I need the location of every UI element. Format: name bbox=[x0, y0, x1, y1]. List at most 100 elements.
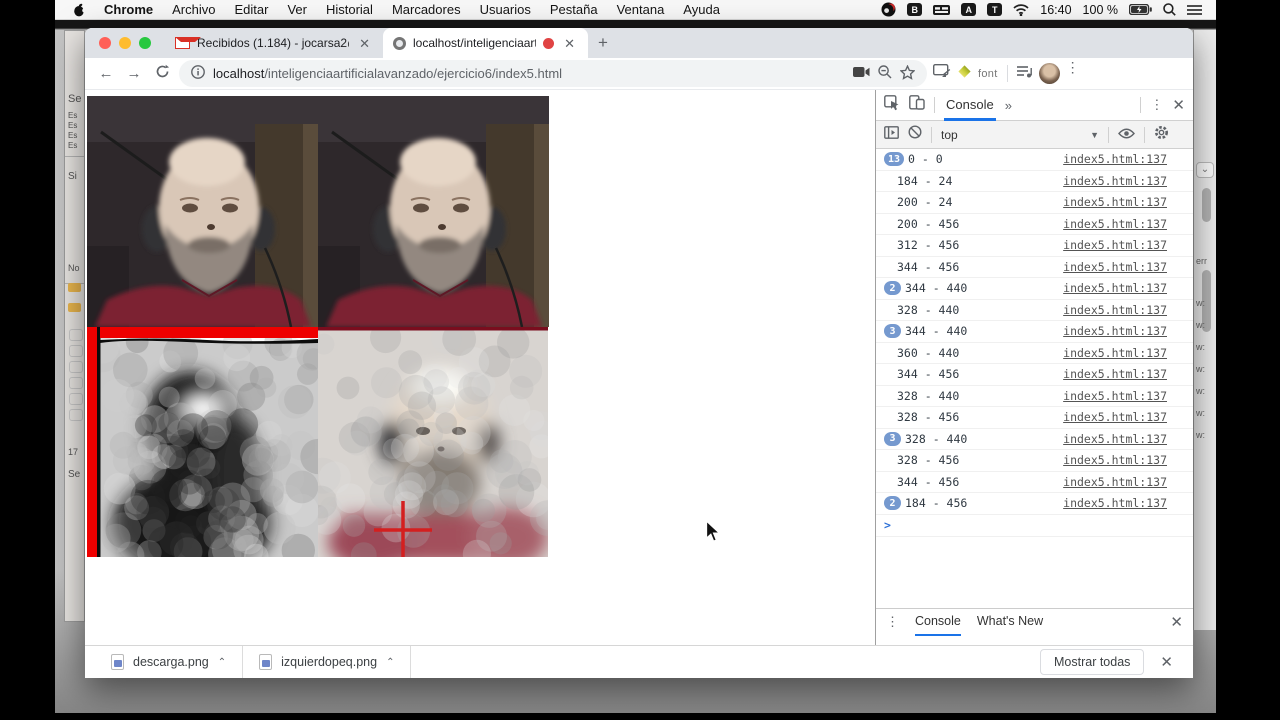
devtools-drawer: ⋮ Console What's New ✕ bbox=[876, 608, 1193, 636]
download-item[interactable]: descarga.png ⌃ bbox=[95, 646, 244, 678]
background-text: Es bbox=[68, 121, 78, 130]
log-source-link[interactable]: index5.html:137 bbox=[1063, 174, 1167, 188]
drawer-tab-whats-new[interactable]: What's New bbox=[977, 609, 1043, 636]
log-source-link[interactable]: index5.html:137 bbox=[1063, 496, 1167, 510]
tab-gmail[interactable]: Recibidos (1.184) - jocarsa2@g ✕ bbox=[165, 28, 383, 58]
log-source-link[interactable]: index5.html:137 bbox=[1063, 389, 1167, 403]
background-text: w: bbox=[1196, 320, 1205, 330]
wifi-icon[interactable] bbox=[1013, 3, 1029, 16]
menubar-item-pestaña[interactable]: Pestaña bbox=[550, 2, 598, 17]
clear-console-icon[interactable] bbox=[908, 125, 922, 144]
browser-menu-icon[interactable]: ⋮ bbox=[1066, 60, 1080, 88]
mouse-cursor bbox=[705, 519, 722, 549]
device-toolbar-icon[interactable] bbox=[909, 95, 925, 115]
devtools-menu-icon[interactable]: ⋮ bbox=[1150, 97, 1163, 113]
app-status-icon-a[interactable]: A bbox=[961, 3, 977, 16]
playlist-extension-icon[interactable] bbox=[1016, 65, 1033, 83]
download-item[interactable]: izquierdopeq.png ⌃ bbox=[243, 646, 412, 678]
bookmark-star-icon[interactable] bbox=[899, 64, 916, 83]
log-source-link[interactable]: index5.html:137 bbox=[1063, 281, 1167, 295]
menubar-item-marcadores[interactable]: Marcadores bbox=[392, 2, 461, 17]
forward-icon[interactable]: → bbox=[123, 65, 145, 82]
log-message: 184 - 456 bbox=[905, 496, 968, 511]
menubar-app-name[interactable]: Chrome bbox=[104, 2, 153, 17]
menubar-item-ver[interactable]: Ver bbox=[287, 2, 307, 17]
menubar-item-historial[interactable]: Historial bbox=[326, 2, 373, 17]
drawer-tab-console[interactable]: Console bbox=[915, 609, 961, 636]
address-bar[interactable]: localhost/inteligenciaartificialavanzado… bbox=[179, 60, 927, 87]
menubar-item-ventana[interactable]: Ventana bbox=[617, 2, 665, 17]
processed-image-pointillism-face bbox=[318, 327, 548, 557]
menubar-item-editar[interactable]: Editar bbox=[234, 2, 268, 17]
media-camera-icon[interactable] bbox=[853, 66, 870, 81]
menubar-item-ayuda[interactable]: Ayuda bbox=[683, 2, 720, 17]
inspect-element-icon[interactable] bbox=[884, 94, 900, 116]
log-message: 344 - 456 bbox=[897, 367, 960, 382]
drawer-close-icon[interactable]: ✕ bbox=[1170, 613, 1183, 631]
log-source-link[interactable]: index5.html:137 bbox=[1063, 475, 1167, 489]
profile-avatar[interactable] bbox=[1038, 63, 1060, 84]
devtools-close-icon[interactable]: ✕ bbox=[1172, 96, 1185, 114]
close-window-button[interactable] bbox=[99, 37, 111, 49]
app-status-icon-t[interactable]: T bbox=[987, 3, 1003, 16]
font-extension-label[interactable]: font bbox=[978, 68, 998, 80]
console-settings-gear-icon[interactable] bbox=[1154, 125, 1169, 145]
chevron-up-icon[interactable]: ⌃ bbox=[218, 657, 226, 668]
apple-menu-icon[interactable] bbox=[73, 3, 85, 17]
log-source-link[interactable]: index5.html:137 bbox=[1063, 346, 1167, 360]
zoom-window-button[interactable] bbox=[139, 37, 151, 49]
image-grid bbox=[87, 96, 549, 557]
log-source-link[interactable]: index5.html:137 bbox=[1063, 238, 1167, 252]
drawer-menu-icon[interactable]: ⋮ bbox=[886, 614, 899, 630]
back-icon[interactable]: ← bbox=[95, 65, 117, 82]
console-prompt[interactable]: > bbox=[876, 515, 1193, 537]
log-source-link[interactable]: index5.html:137 bbox=[1063, 324, 1167, 338]
log-source-link[interactable]: index5.html:137 bbox=[1063, 260, 1167, 274]
scrollbar-thumb[interactable] bbox=[1202, 188, 1211, 222]
show-all-downloads-button[interactable]: Mostrar todas bbox=[1040, 649, 1145, 675]
keyboard-status-icon[interactable] bbox=[933, 4, 951, 16]
background-text: w: bbox=[1196, 408, 1205, 418]
processed-image-silhouette bbox=[87, 327, 318, 557]
cast-extension-icon[interactable] bbox=[932, 63, 951, 83]
downloads-bar-close-icon[interactable]: ✕ bbox=[1160, 653, 1173, 671]
menubar-clock[interactable]: 16:40 bbox=[1040, 3, 1071, 17]
spotlight-search-icon[interactable] bbox=[1163, 3, 1176, 16]
log-message: 328 - 456 bbox=[897, 453, 960, 468]
menubar-item-usuarios[interactable]: Usuarios bbox=[480, 2, 531, 17]
tab-strip: Recibidos (1.184) - jocarsa2@g ✕ localho… bbox=[85, 28, 1193, 58]
log-source-link[interactable]: index5.html:137 bbox=[1063, 410, 1167, 424]
reload-icon[interactable] bbox=[151, 64, 173, 83]
live-expression-eye-icon[interactable] bbox=[1118, 126, 1135, 144]
diamond-extension-icon[interactable] bbox=[957, 64, 972, 84]
log-source-link[interactable]: index5.html:137 bbox=[1063, 217, 1167, 231]
more-tabs-icon[interactable]: » bbox=[1005, 98, 1012, 113]
app-status-icon-b[interactable]: B bbox=[907, 3, 923, 16]
background-text: Es bbox=[68, 111, 78, 120]
devtools-tab-console[interactable]: Console bbox=[944, 90, 996, 121]
log-source-link[interactable]: index5.html:137 bbox=[1063, 152, 1167, 166]
log-message: 312 - 456 bbox=[897, 238, 960, 253]
console-log-row: 344 - 456 index5.html:137 bbox=[876, 364, 1193, 386]
log-source-link[interactable]: index5.html:137 bbox=[1063, 303, 1167, 317]
menubar-item-archivo[interactable]: Archivo bbox=[172, 2, 215, 17]
console-toolbar: top ▼ bbox=[876, 121, 1193, 149]
zoom-out-icon[interactable] bbox=[878, 65, 892, 82]
tab-gmail-close-icon[interactable]: ✕ bbox=[356, 36, 373, 51]
log-source-link[interactable]: index5.html:137 bbox=[1063, 195, 1167, 209]
battery-icon[interactable] bbox=[1129, 4, 1152, 15]
page-info-icon[interactable] bbox=[191, 65, 205, 82]
context-selector[interactable]: top ▼ bbox=[941, 128, 1099, 142]
log-source-link[interactable]: index5.html:137 bbox=[1063, 453, 1167, 467]
tab-localhost[interactable]: localhost/inteligenciaartific ✕ bbox=[383, 28, 588, 58]
tab-localhost-close-icon[interactable]: ✕ bbox=[561, 36, 578, 51]
log-source-link[interactable]: index5.html:137 bbox=[1063, 432, 1167, 446]
background-text: err bbox=[1196, 256, 1207, 266]
log-source-link[interactable]: index5.html:137 bbox=[1063, 367, 1167, 381]
new-tab-button[interactable]: + bbox=[598, 33, 608, 53]
minimize-window-button[interactable] bbox=[119, 37, 131, 49]
obs-status-icon[interactable] bbox=[881, 2, 896, 17]
console-sidebar-icon[interactable] bbox=[884, 125, 899, 144]
notification-center-icon[interactable] bbox=[1187, 4, 1202, 16]
chevron-up-icon[interactable]: ⌃ bbox=[386, 657, 394, 668]
